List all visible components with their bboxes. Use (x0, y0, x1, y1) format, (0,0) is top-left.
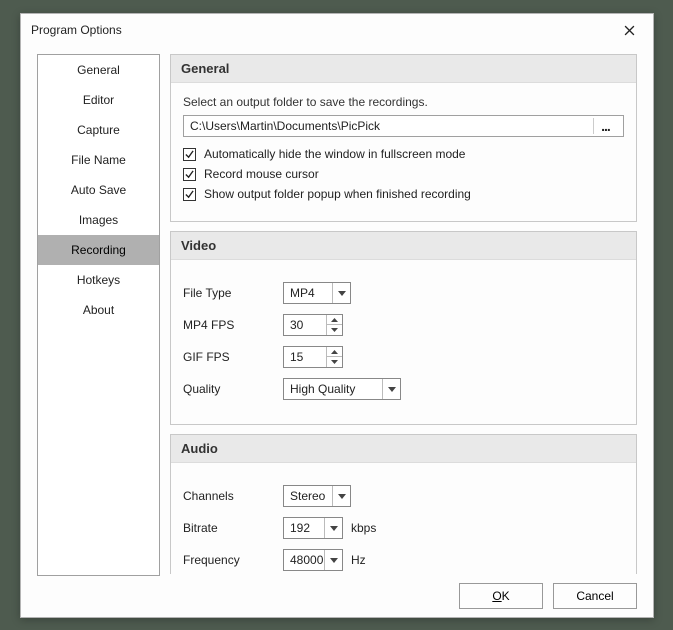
bitrate-label: Bitrate (183, 521, 283, 535)
nav-item-general[interactable]: General (38, 55, 159, 85)
section-audio-header: Audio (171, 435, 636, 463)
dialog-footer: OK Cancel (21, 574, 653, 618)
quality-label: Quality (183, 382, 283, 396)
nav-item-hotkeys[interactable]: Hotkeys (38, 265, 159, 295)
bitrate-unit: kbps (351, 521, 376, 535)
section-video: Video File Type MP4 MP4 FPS 30 (170, 231, 637, 425)
chevron-down-icon (332, 283, 350, 303)
file-type-label: File Type (183, 286, 283, 300)
spinner-arrows[interactable] (326, 347, 342, 367)
checkbox-show-popup[interactable] (183, 188, 196, 201)
checkbox-auto-hide[interactable] (183, 148, 196, 161)
content-panel: General Select an output folder to save … (170, 46, 637, 574)
sidebar-nav: General Editor Capture File Name Auto Sa… (37, 54, 160, 576)
ok-button[interactable]: OK (459, 583, 543, 609)
section-video-header: Video (171, 232, 636, 260)
output-folder-input[interactable]: C:\Users\Martin\Documents\PicPick ... (183, 115, 624, 137)
nav-item-images[interactable]: Images (38, 205, 159, 235)
nav-item-about[interactable]: About (38, 295, 159, 325)
chevron-down-icon (324, 550, 342, 570)
spinner-arrows[interactable] (326, 315, 342, 335)
checkbox-record-cursor[interactable] (183, 168, 196, 181)
nav-item-file-name[interactable]: File Name (38, 145, 159, 175)
checkbox-show-popup-label: Show output folder popup when finished r… (204, 187, 471, 201)
frequency-label: Frequency (183, 553, 283, 567)
chevron-down-icon (324, 518, 342, 538)
channels-select[interactable]: Stereo (283, 485, 351, 507)
nav-item-capture[interactable]: Capture (38, 115, 159, 145)
nav-item-editor[interactable]: Editor (38, 85, 159, 115)
check-icon (185, 190, 194, 199)
program-options-dialog: Program Options General Editor Capture F… (20, 13, 654, 618)
checkbox-auto-hide-label: Automatically hide the window in fullscr… (204, 147, 465, 161)
section-audio: Audio Channels Stereo Bitrate 192 (170, 434, 637, 574)
nav-item-recording[interactable]: Recording (38, 235, 159, 265)
checkbox-record-cursor-label: Record mouse cursor (204, 167, 319, 181)
quality-select[interactable]: High Quality (283, 378, 401, 400)
gif-fps-spinner[interactable]: 15 (283, 346, 343, 368)
cancel-button[interactable]: Cancel (553, 583, 637, 609)
chevron-down-icon[interactable] (326, 325, 342, 335)
channels-label: Channels (183, 489, 283, 503)
nav-item-auto-save[interactable]: Auto Save (38, 175, 159, 205)
check-icon (185, 150, 194, 159)
titlebar: Program Options (21, 14, 653, 46)
window-title: Program Options (31, 23, 122, 37)
chevron-down-icon[interactable] (326, 357, 342, 367)
browse-button[interactable]: ... (593, 118, 617, 134)
close-button[interactable] (615, 16, 643, 44)
file-type-select[interactable]: MP4 (283, 282, 351, 304)
gif-fps-label: GIF FPS (183, 350, 283, 364)
mp4-fps-label: MP4 FPS (183, 318, 283, 332)
bitrate-select[interactable]: 192 (283, 517, 343, 539)
chevron-up-icon[interactable] (326, 347, 342, 357)
check-icon (185, 170, 194, 179)
section-general-header: General (171, 55, 636, 83)
close-icon (624, 25, 635, 36)
section-general: General Select an output folder to save … (170, 54, 637, 222)
chevron-down-icon (332, 486, 350, 506)
chevron-down-icon (382, 379, 400, 399)
mp4-fps-spinner[interactable]: 30 (283, 314, 343, 336)
output-folder-hint: Select an output folder to save the reco… (183, 95, 624, 109)
chevron-up-icon[interactable] (326, 315, 342, 325)
frequency-unit: Hz (351, 553, 366, 567)
frequency-select[interactable]: 48000 (283, 549, 343, 571)
